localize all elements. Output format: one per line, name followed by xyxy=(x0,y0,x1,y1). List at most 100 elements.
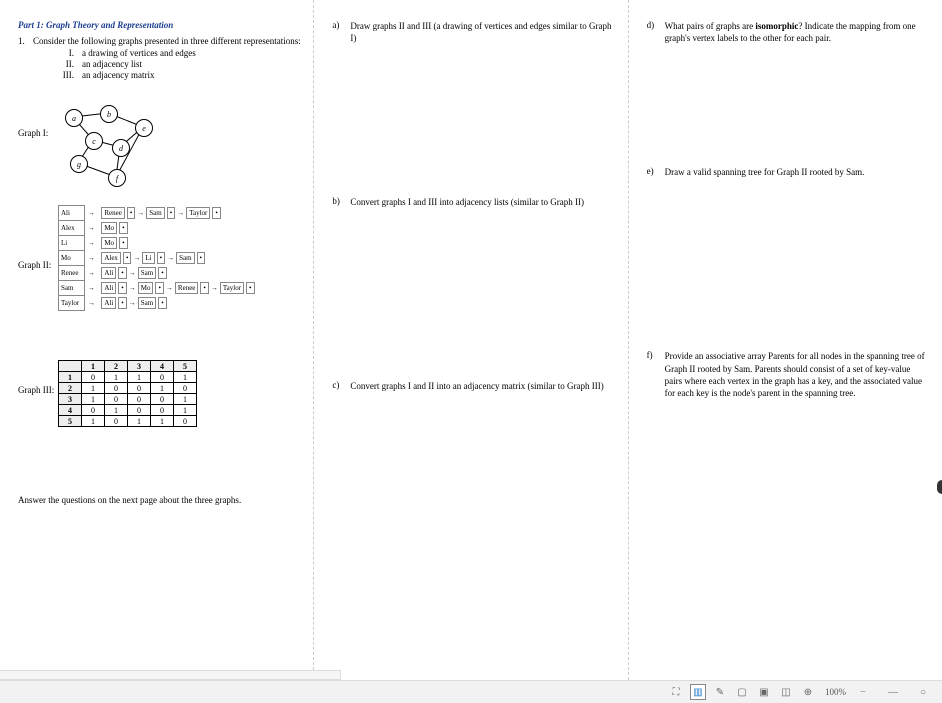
arrow-icon: → xyxy=(133,254,140,262)
question-f: f) Provide an associative array Parents … xyxy=(647,350,930,399)
adj-list-node: Renee xyxy=(175,282,199,294)
adj-list-node: Renee xyxy=(101,207,125,219)
document-pages: Part 1: Graph Theory and Representation … xyxy=(0,0,942,680)
adj-list-pointer: • xyxy=(127,207,135,219)
q-d-pre: What pairs of graphs are xyxy=(665,21,756,31)
q-f-letter: f) xyxy=(647,350,665,399)
rep-2: an adjacency list xyxy=(82,59,142,69)
matrix-cell: 0 xyxy=(151,394,174,405)
graph-3-label: Graph III: xyxy=(18,385,54,395)
adj-list-node: Sam xyxy=(138,267,156,279)
matrix-header xyxy=(59,361,82,372)
zoom-slider[interactable]: — xyxy=(877,684,909,700)
matrix-header: 3 xyxy=(128,361,151,372)
matrix-cell: 0 xyxy=(128,383,151,394)
zoom-reset-icon[interactable]: ○ xyxy=(915,684,931,700)
adj-head: Sam xyxy=(59,281,85,296)
q-f-text: Provide an associative array Parents for… xyxy=(665,350,930,399)
node-d: d xyxy=(112,139,130,157)
matrix-cell: 0 xyxy=(105,383,128,394)
rep-1: a drawing of vertices and edges xyxy=(82,48,196,58)
matrix-cell: 1 xyxy=(128,372,151,383)
matrix-cell: 0 xyxy=(128,405,151,416)
matrix-header: 4 xyxy=(151,361,174,372)
adj-head: Ali xyxy=(59,206,85,221)
edit-icon[interactable]: ✎ xyxy=(712,684,728,700)
matrix-row-header: 1 xyxy=(59,372,82,383)
adj-list-pointer: • xyxy=(119,237,127,249)
matrix-row-header: 5 xyxy=(59,416,82,427)
matrix-cell: 1 xyxy=(151,383,174,394)
matrix-header: 2 xyxy=(105,361,128,372)
q-d-letter: d) xyxy=(647,20,665,44)
adj-head: Alex xyxy=(59,221,85,236)
matrix-cell: 0 xyxy=(105,416,128,427)
matrix-cell: 0 xyxy=(151,405,174,416)
representation-list: I.a drawing of vertices and edges II.an … xyxy=(54,48,301,80)
adj-list-pointer: • xyxy=(246,282,254,294)
matrix-cell: 0 xyxy=(105,394,128,405)
matrix-cell: 0 xyxy=(151,372,174,383)
question-b: b) Convert graphs I and III into adjacen… xyxy=(332,196,615,208)
adj-list-node: Mo xyxy=(138,282,154,294)
graph-1-label: Graph I: xyxy=(18,128,48,138)
q-b-text: Convert graphs I and III into adjacency … xyxy=(350,196,615,208)
graph-2-adjacency-list: Ali→Renee•→Sam•→Taylor• Alex→Mo• Li→Mo• … xyxy=(58,205,258,320)
q-e-letter: e) xyxy=(647,166,665,178)
matrix-cell: 0 xyxy=(174,383,197,394)
web-layout-icon[interactable]: ⊕ xyxy=(800,684,816,700)
q-c-text: Convert graphs I and II into an adjacenc… xyxy=(350,380,615,392)
matrix-cell: 1 xyxy=(174,394,197,405)
matrix-header: 5 xyxy=(174,361,197,372)
adj-list-node: Ali xyxy=(101,297,116,309)
adj-list-pointer: • xyxy=(118,297,126,309)
arrow-icon: → xyxy=(137,209,144,217)
matrix-cell: 1 xyxy=(151,416,174,427)
part-title: Part 1: Graph Theory and Representation xyxy=(18,20,301,30)
adj-list-pointer: • xyxy=(118,267,126,279)
horizontal-scrollbar[interactable] xyxy=(0,670,341,680)
two-page-icon[interactable]: ▣ xyxy=(756,684,772,700)
matrix-row-header: 4 xyxy=(59,405,82,416)
page-3: d) What pairs of graphs are isomorphic? … xyxy=(629,0,942,680)
page-1: Part 1: Graph Theory and Representation … xyxy=(0,0,314,680)
zoom-out-icon[interactable]: − xyxy=(855,684,871,700)
adj-head: Mo xyxy=(59,251,85,266)
matrix-cell: 0 xyxy=(128,394,151,405)
q-a-letter: a) xyxy=(332,20,350,44)
book-view-icon[interactable]: ◫ xyxy=(778,684,794,700)
matrix-cell: 0 xyxy=(82,405,105,416)
adj-list-pointer: • xyxy=(157,252,165,264)
adj-list-node: Taylor xyxy=(186,207,210,219)
adj-head: Li xyxy=(59,236,85,251)
graph-3-matrix: 12345 101101210010310001401001510110 xyxy=(58,360,197,427)
matrix-cell: 0 xyxy=(174,416,197,427)
node-e: e xyxy=(135,119,153,137)
arrow-icon: → xyxy=(129,299,136,307)
status-bar: ⛶ ▥ ✎ ▢ ▣ ◫ ⊕ 100% − — ○ xyxy=(0,680,942,703)
adj-list-node: Mo xyxy=(101,222,117,234)
rep-3-num: III. xyxy=(54,70,74,80)
side-handle[interactable] xyxy=(937,480,942,494)
node-a: a xyxy=(65,109,83,127)
matrix-cell: 1 xyxy=(82,383,105,394)
node-b: b xyxy=(100,105,118,123)
matrix-cell: 1 xyxy=(174,405,197,416)
adj-list-pointer: • xyxy=(158,297,166,309)
arrow-icon: → xyxy=(129,269,136,277)
node-c: c xyxy=(85,132,103,150)
matrix-cell: 1 xyxy=(82,416,105,427)
adj-list-pointer: • xyxy=(123,252,131,264)
arrow-icon: → xyxy=(167,254,174,262)
graph-2-label: Graph II: xyxy=(18,260,51,270)
fullscreen-icon[interactable]: ⛶ xyxy=(668,684,684,700)
zoom-level: 100% xyxy=(825,687,846,697)
adj-list-node: Alex xyxy=(101,252,121,264)
multipage-view-icon[interactable]: ▥ xyxy=(690,684,706,700)
q-b-letter: b) xyxy=(332,196,350,208)
matrix-cell: 0 xyxy=(82,372,105,383)
adj-list-node: Sam xyxy=(138,297,156,309)
adj-list-pointer: • xyxy=(212,207,220,219)
matrix-cell: 1 xyxy=(174,372,197,383)
single-page-icon[interactable]: ▢ xyxy=(734,684,750,700)
